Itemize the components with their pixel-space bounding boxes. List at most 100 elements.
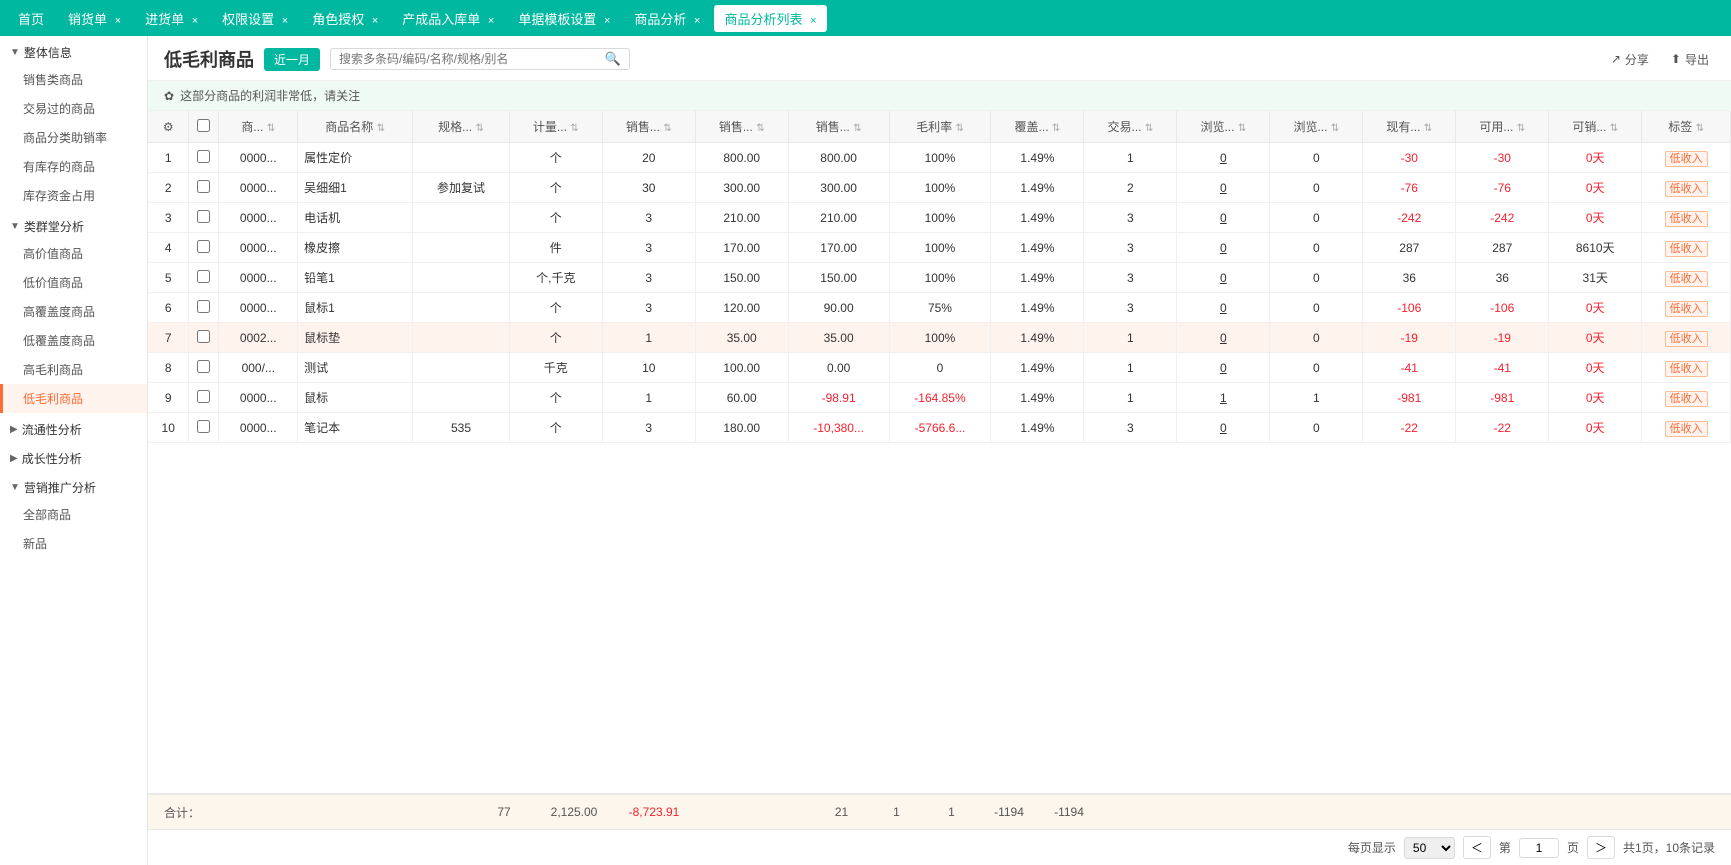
close-icon[interactable]: × [694, 15, 700, 27]
row-checkbox-cell[interactable] [189, 203, 219, 233]
row-checkbox-cell[interactable] [189, 143, 219, 173]
th-trade[interactable]: 交易... ⇅ [1084, 111, 1177, 143]
sidebar-item-traded-products[interactable]: 交易过的商品 [0, 94, 147, 123]
th-saleable[interactable]: 可销... ⇅ [1549, 111, 1642, 143]
row-checkbox[interactable] [197, 210, 210, 223]
sidebar-item-high-coverage[interactable]: 高覆盖度商品 [0, 297, 147, 326]
row-view1[interactable]: 0 [1177, 323, 1270, 353]
row-unit: 千克 [509, 353, 602, 383]
filter-button[interactable]: 近一月 [264, 48, 320, 71]
row-checkbox-cell[interactable] [189, 413, 219, 443]
th-available[interactable]: 可用... ⇅ [1456, 111, 1549, 143]
th-current[interactable]: 现有... ⇅ [1363, 111, 1456, 143]
table-wrapper[interactable]: ⚙ 商... ⇅ 商品名称 ⇅ 规格... ⇅ 计量... ⇅ 销售... ⇅ … [148, 111, 1731, 793]
row-saleable: 0天 [1549, 413, 1642, 443]
nav-permissions[interactable]: 权限设置 × [212, 5, 298, 32]
row-view1[interactable]: 0 [1177, 293, 1270, 323]
th-view2[interactable]: 浏览... ⇅ [1270, 111, 1363, 143]
search-box[interactable]: 🔍 [330, 48, 630, 70]
row-current: -22 [1363, 413, 1456, 443]
nav-purchase-order[interactable]: 进货单 × [135, 5, 208, 32]
th-name[interactable]: 商品名称 ⇅ [298, 111, 413, 143]
sidebar-group-overall[interactable]: ▼ 整体信息 [0, 36, 147, 65]
row-view1[interactable]: 0 [1177, 413, 1270, 443]
close-icon[interactable]: × [372, 15, 378, 27]
sidebar-item-high-value[interactable]: 高价值商品 [0, 239, 147, 268]
close-icon[interactable]: × [604, 15, 610, 27]
close-icon[interactable]: × [810, 15, 816, 27]
close-icon[interactable]: × [488, 15, 494, 27]
sidebar-group-growth[interactable]: ▶ 成长性分析 [0, 442, 147, 471]
nav-role-auth[interactable]: 角色授权 × [302, 5, 388, 32]
search-input[interactable] [339, 52, 605, 66]
row-checkbox[interactable] [197, 390, 210, 403]
sidebar-group-marketing[interactable]: ▼ 营销推广分析 [0, 471, 147, 500]
nav-sales-order[interactable]: 销货单 × [58, 5, 131, 32]
nav-template-settings[interactable]: 单据模板设置 × [508, 5, 620, 32]
sidebar-group-cluster[interactable]: ▼ 类群堂分析 [0, 210, 147, 239]
close-icon[interactable]: × [192, 15, 198, 27]
sidebar-item-all-products[interactable]: 全部商品 [0, 500, 147, 529]
row-checkbox[interactable] [197, 360, 210, 373]
export-button[interactable]: ⬆ 导出 [1665, 48, 1715, 71]
table-row: 3 0000... 电话机 个 3 210.00 210.00 100% 1.4… [148, 203, 1731, 233]
th-settings[interactable]: ⚙ [148, 111, 189, 143]
nav-product-analysis-list[interactable]: 商品分析列表 × [714, 5, 826, 32]
row-view1[interactable]: 0 [1177, 263, 1270, 293]
close-icon[interactable]: × [282, 15, 288, 27]
page-number-input[interactable] [1519, 838, 1559, 858]
next-page-button[interactable]: ＞ [1587, 836, 1615, 859]
row-checkbox-cell[interactable] [189, 323, 219, 353]
row-view2: 0 [1270, 293, 1363, 323]
row-checkbox[interactable] [197, 300, 210, 313]
th-code[interactable]: 商... ⇅ [219, 111, 298, 143]
row-view1[interactable]: 0 [1177, 173, 1270, 203]
row-trade: 1 [1084, 143, 1177, 173]
row-checkbox-cell[interactable] [189, 353, 219, 383]
sidebar-group-flow[interactable]: ▶ 流通性分析 [0, 413, 147, 442]
th-sales-qty[interactable]: 销售... ⇅ [602, 111, 695, 143]
row-view1[interactable]: 1 [1177, 383, 1270, 413]
sidebar-item-low-coverage[interactable]: 低覆盖度商品 [0, 326, 147, 355]
row-view1[interactable]: 0 [1177, 203, 1270, 233]
nav-product-entry[interactable]: 产成品入库单 × [392, 5, 504, 32]
row-checkbox[interactable] [197, 150, 210, 163]
th-checkbox[interactable] [189, 111, 219, 143]
close-icon[interactable]: × [115, 15, 121, 27]
row-view1[interactable]: 0 [1177, 143, 1270, 173]
th-sales-price[interactable]: 销售... ⇅ [695, 111, 788, 143]
th-tag[interactable]: 标签 ⇅ [1642, 111, 1731, 143]
row-checkbox-cell[interactable] [189, 173, 219, 203]
nav-home[interactable]: 首页 [8, 5, 54, 32]
share-button[interactable]: ↗ 分享 [1605, 48, 1655, 71]
per-page-select[interactable]: 50 100 200 [1404, 837, 1455, 859]
sidebar-item-category-rate[interactable]: 商品分类助销率 [0, 123, 147, 152]
row-checkbox-cell[interactable] [189, 293, 219, 323]
row-checkbox[interactable] [197, 420, 210, 433]
sidebar-item-sales-products[interactable]: 销售类商品 [0, 65, 147, 94]
sidebar-item-new-products[interactable]: 新品 [0, 529, 147, 558]
nav-product-analysis[interactable]: 商品分析 × [624, 5, 710, 32]
th-unit[interactable]: 计量... ⇅ [509, 111, 602, 143]
row-checkbox[interactable] [197, 270, 210, 283]
th-sales-amount[interactable]: 销售... ⇅ [788, 111, 889, 143]
row-checkbox[interactable] [197, 180, 210, 193]
row-view1[interactable]: 0 [1177, 233, 1270, 263]
sidebar-item-high-margin[interactable]: 高毛利商品 [0, 355, 147, 384]
th-gross-margin[interactable]: 毛利率 ⇅ [889, 111, 991, 143]
row-checkbox-cell[interactable] [189, 233, 219, 263]
th-spec[interactable]: 规格... ⇅ [413, 111, 510, 143]
row-checkbox[interactable] [197, 240, 210, 253]
sidebar-item-stock-products[interactable]: 有库存的商品 [0, 152, 147, 181]
prev-page-button[interactable]: ＜ [1463, 836, 1491, 859]
select-all-checkbox[interactable] [197, 119, 210, 132]
row-view1[interactable]: 0 [1177, 353, 1270, 383]
sidebar-item-stock-capital[interactable]: 库存资金占用 [0, 181, 147, 210]
row-checkbox[interactable] [197, 330, 210, 343]
th-view1[interactable]: 浏览... ⇅ [1177, 111, 1270, 143]
th-coverage[interactable]: 覆盖... ⇅ [991, 111, 1084, 143]
sidebar-item-low-value[interactable]: 低价值商品 [0, 268, 147, 297]
sidebar-item-low-margin[interactable]: 低毛利商品 [0, 384, 147, 413]
row-checkbox-cell[interactable] [189, 263, 219, 293]
row-checkbox-cell[interactable] [189, 383, 219, 413]
